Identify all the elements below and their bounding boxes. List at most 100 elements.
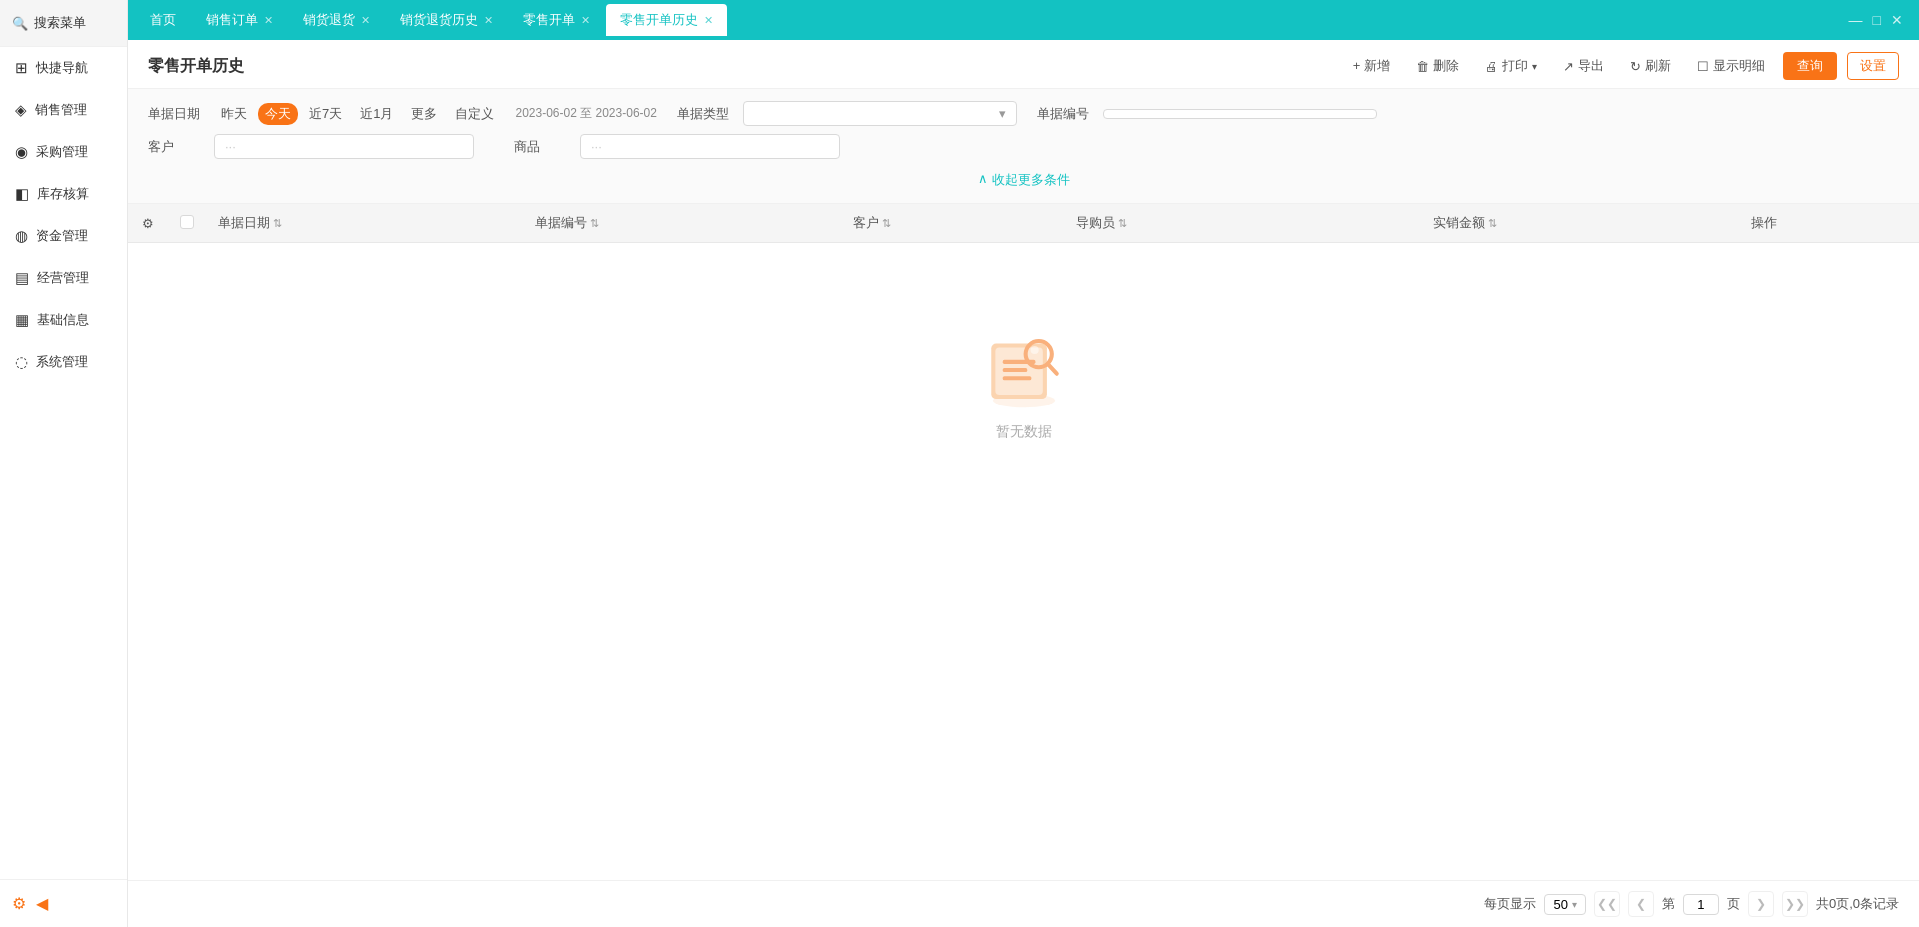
date-opt-yesterday[interactable]: 昨天 [214,103,254,125]
customer-label: 客户 [148,138,204,156]
tab-sales-return[interactable]: 销货退货 ✕ [289,4,384,36]
maximize-button[interactable]: □ [1873,12,1881,28]
data-table: ⚙ 单据日期⇅单据编号⇅客户⇅导购员⇅ 实销金额⇅操作 [128,204,1919,521]
search-icon: 🔍 [12,16,28,31]
last-page-button[interactable]: ❯❯ [1782,891,1808,917]
per-page-label: 每页显示 [1484,895,1536,913]
date-range-text: 2023-06-02 至 2023-06-02 [515,105,656,122]
filter-row-2: 客户 ··· 商品 ··· [148,134,1899,159]
export-button[interactable]: ↗ 导出 [1555,53,1612,79]
sidebar-nav: ⊞快捷导航 ◈ 销售管理 ◉采购管理◧库存核算◍资金管理▤经营管理▦基础信息◌系统管理 [0,47,127,383]
tab-sales-order[interactable]: 销售订单 ✕ [192,4,287,36]
customer-input[interactable]: ··· [214,134,474,159]
sidebar: 🔍 搜索菜单 ⊞快捷导航 ◈ 销售管理 ◉采购管理◧库存核算◍资金管理▤经营管理▦基础… [0,0,128,927]
tab-label-sales-order: 销售订单 [206,11,258,29]
page-label: 页 [1727,895,1740,913]
nav-icon-inventory: ◧ [15,185,29,203]
minimize-button[interactable]: — [1849,12,1863,28]
th-spacer [1335,204,1422,243]
main-area: 首页销售订单 ✕销货退货 ✕销货退货历史 ✕零售开单 ✕零售开单历史 ✕ — □… [128,0,1919,927]
date-opt-more[interactable]: 更多 [404,103,444,125]
empty-state: 暂无数据 [128,243,1919,521]
sort-icon-customer: ⇅ [882,217,891,229]
nav-icon-sys-mgmt: ◌ [15,353,28,371]
nav-icon-sales-mgmt: ◈ [15,101,27,119]
add-button[interactable]: + 新增 [1345,53,1398,79]
tab-retail-open[interactable]: 零售开单 ✕ [509,4,604,36]
th-customer[interactable]: 客户⇅ [841,204,1065,243]
next-page-button[interactable]: ❯ [1748,891,1774,917]
filter-section: 单据日期 昨天今天近7天近1月更多自定义 2023-06-02 至 2023-0… [128,89,1919,204]
date-filter-label: 单据日期 [148,105,204,123]
sidebar-item-basic-info[interactable]: ▦基础信息 [0,299,127,341]
goods-placeholder: ··· [591,139,602,154]
page-header: 零售开单历史 + 新增 🗑 删除 🖨 打印 ▾ ↗ 导出 ↻ [128,40,1919,89]
search-menu-button[interactable]: 🔍 搜索菜单 [0,0,127,47]
sidebar-item-purchase-mgmt[interactable]: ◉采购管理 [0,131,127,173]
window-controls: — □ ✕ [1849,12,1911,28]
tab-close-retail-open-history[interactable]: ✕ [704,14,713,27]
tab-close-retail-open[interactable]: ✕ [581,14,590,27]
sidebar-item-operations[interactable]: ▤经营管理 [0,257,127,299]
table-settings-icon[interactable]: ⚙ [142,216,154,231]
date-opt-1month[interactable]: 近1月 [353,103,400,125]
page-size-select[interactable]: 50 ▾ [1544,894,1585,915]
sidebar-item-inventory[interactable]: ◧库存核算 [0,173,127,215]
settings-button[interactable]: 设置 [1847,52,1899,80]
query-button[interactable]: 查询 [1783,52,1837,80]
tabs-container: 首页销售订单 ✕销货退货 ✕销货退货历史 ✕零售开单 ✕零售开单历史 ✕ [136,4,1847,36]
tab-close-sales-return-history[interactable]: ✕ [484,14,493,27]
date-opt-custom[interactable]: 自定义 [448,103,501,125]
nav-label-basic-info: 基础信息 [37,311,89,329]
display-detail-button[interactable]: ☐ 显示明细 [1689,53,1773,79]
nav-label-quick-nav: 快捷导航 [36,59,88,77]
th-checkbox [168,204,206,243]
prev-page-button[interactable]: ❮ [1628,891,1654,917]
nav-label-sales-mgmt: 销售管理 [35,101,87,119]
print-button[interactable]: 🖨 打印 ▾ [1477,53,1545,79]
tab-sales-return-history[interactable]: 销货退货历史 ✕ [386,4,507,36]
collapse-button[interactable]: ∧ 收起更多条件 [148,167,1899,191]
filter-row-1: 单据日期 昨天今天近7天近1月更多自定义 2023-06-02 至 2023-0… [148,101,1899,126]
tab-label-retail-open-history: 零售开单历史 [620,11,698,29]
date-opt-today[interactable]: 今天 [258,103,298,125]
th-no[interactable]: 单据编号⇅ [523,204,840,243]
svg-rect-5 [1002,376,1031,380]
date-opt-7days[interactable]: 近7天 [302,103,349,125]
th-guide[interactable]: 导购员⇅ [1064,204,1334,243]
sidebar-item-sales-mgmt[interactable]: ◈ 销售管理 [0,89,127,131]
tab-close-sales-return[interactable]: ✕ [361,14,370,27]
refresh-button[interactable]: ↻ 刷新 [1622,53,1679,79]
tab-retail-open-history[interactable]: 零售开单历史 ✕ [606,4,727,36]
th-date[interactable]: 单据日期⇅ [206,204,523,243]
goods-input[interactable]: ··· [580,134,840,159]
th-action: 操作 [1739,204,1919,243]
svg-point-8 [1030,346,1038,354]
goods-filter-group: 商品 ··· [514,134,840,159]
delete-button[interactable]: 🗑 删除 [1408,53,1467,79]
nav-icon-operations: ▤ [15,269,29,287]
tabs-bar: 首页销售订单 ✕销货退货 ✕销货退货历史 ✕零售开单 ✕零售开单历史 ✕ — □… [128,0,1919,40]
select-all-checkbox[interactable] [180,215,194,229]
first-page-button[interactable]: ❮❮ [1594,891,1620,917]
tab-close-sales-order[interactable]: ✕ [264,14,273,27]
th-amount[interactable]: 实销金额⇅ [1421,204,1738,243]
doc-no-input[interactable] [1103,109,1377,119]
sidebar-item-sys-mgmt[interactable]: ◌系统管理 [0,341,127,383]
close-button[interactable]: ✕ [1891,12,1903,28]
checkbox-icon: ☐ [1697,59,1709,74]
sidebar-item-finance[interactable]: ◍资金管理 [0,215,127,257]
settings-gear-icon[interactable]: ⚙ [12,894,26,913]
nav-icon-purchase-mgmt: ◉ [15,143,28,161]
pagination: 每页显示 50 ▾ ❮❮ ❮ 第 页 ❯ ❯❯ 共0页,0条记录 [128,880,1919,927]
collapse-sidebar-icon[interactable]: ◀ [36,894,48,913]
sidebar-item-quick-nav[interactable]: ⊞快捷导航 [0,47,127,89]
doc-type-dropdown[interactable]: ▾ [743,101,1017,126]
nav-icon-finance: ◍ [15,227,28,245]
tab-home[interactable]: 首页 [136,4,190,36]
sidebar-bottom: ⚙ ◀ [0,879,127,927]
doc-no-filter-group: 单据编号 [1037,105,1377,123]
table-container: ⚙ 单据日期⇅单据编号⇅客户⇅导购员⇅ 实销金额⇅操作 [128,204,1919,880]
dropdown-arrow-icon: ▾ [999,106,1006,121]
page-number-input[interactable] [1683,894,1719,915]
